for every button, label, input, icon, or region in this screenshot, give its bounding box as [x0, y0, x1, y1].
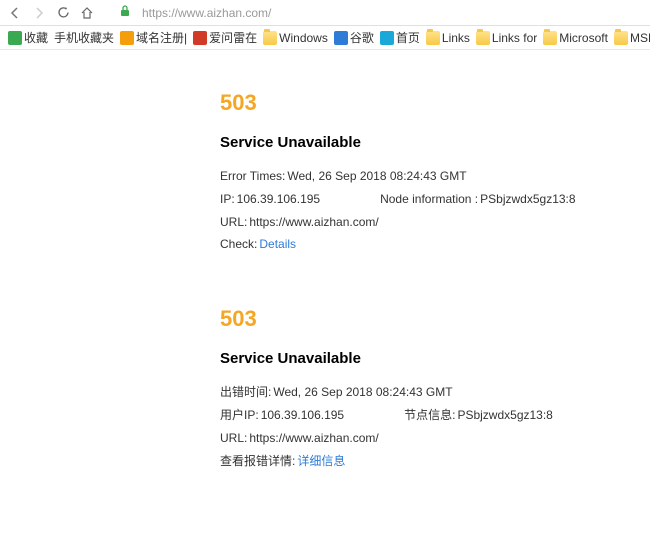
bookmark-item[interactable]: 手机收藏夹: [54, 29, 114, 46]
bookmark-icon: [380, 31, 394, 45]
bookmark-icon: [120, 31, 134, 45]
bookmark-item[interactable]: 域名注册|: [120, 29, 187, 46]
bookmark-item[interactable]: 爱问雷在: [193, 29, 257, 46]
error-code: 503: [220, 306, 620, 332]
bookmarks-bar: 收藏 手机收藏夹 域名注册| 爱问雷在 Windows 谷歌 首页 Links …: [0, 26, 650, 50]
folder-icon: [543, 31, 557, 45]
bookmark-item[interactable]: 首页: [380, 29, 420, 46]
time-value: Wed, 26 Sep 2018 08:24:43 GMT: [273, 381, 452, 404]
url-label: URL:: [220, 211, 247, 234]
bookmark-item[interactable]: 收藏: [8, 29, 48, 46]
url-value: https://www.aizhan.com/: [249, 427, 378, 450]
lock-icon: [120, 5, 130, 20]
browser-toolbar: https://www.aizhan.com/: [0, 0, 650, 26]
bookmark-item[interactable]: Windows: [263, 31, 328, 45]
url-value: https://www.aizhan.com/: [249, 211, 378, 234]
node-value: PSbjzwdx5gz13:8: [480, 188, 575, 211]
bookmark-label: 域名注册|: [136, 29, 187, 46]
bookmark-label: MSN 网: [630, 29, 650, 46]
bookmark-label: Windows: [279, 31, 328, 45]
error-title: Service Unavailable: [220, 350, 620, 367]
node-label: 节点信息:: [404, 404, 455, 427]
folder-icon: [476, 31, 490, 45]
bookmark-icon: [334, 31, 348, 45]
node-value: PSbjzwdx5gz13:8: [457, 404, 552, 427]
bookmark-label: 收藏: [24, 29, 48, 46]
error-code: 503: [220, 90, 620, 116]
back-button[interactable]: [8, 6, 22, 20]
bookmark-label: Links for: [492, 31, 537, 45]
bookmark-label: Links: [442, 31, 470, 45]
details-link[interactable]: 详细信息: [297, 450, 345, 473]
bookmark-label: 手机收藏夹: [54, 29, 114, 46]
folder-icon: [426, 31, 440, 45]
forward-button[interactable]: [32, 6, 46, 20]
time-value: Wed, 26 Sep 2018 08:24:43 GMT: [287, 165, 466, 188]
address-bar[interactable]: https://www.aizhan.com/: [142, 6, 271, 20]
time-label: 出错时间:: [220, 381, 271, 404]
home-icon: [80, 6, 94, 20]
bookmark-label: Microsoft: [559, 31, 608, 45]
bookmark-item[interactable]: MSN 网: [614, 29, 650, 46]
chevron-right-icon: [33, 7, 45, 19]
home-button[interactable]: [80, 6, 94, 20]
error-title: Service Unavailable: [220, 134, 620, 151]
ip-value: 106.39.106.195: [237, 188, 320, 211]
chevron-left-icon: [9, 7, 21, 19]
ip-label: IP:: [220, 188, 235, 211]
details-link[interactable]: Details: [259, 233, 296, 256]
bookmark-item[interactable]: Links: [426, 31, 470, 45]
ip-label: 用户IP:: [220, 404, 259, 427]
bookmark-item[interactable]: Microsoft: [543, 31, 608, 45]
folder-icon: [263, 31, 277, 45]
reload-icon: [57, 6, 70, 19]
error-block: 503 Service Unavailable Error Times: Wed…: [220, 90, 620, 256]
bookmark-item[interactable]: 谷歌: [334, 29, 374, 46]
reload-button[interactable]: [56, 6, 70, 20]
bookmark-label: 爱问雷在: [209, 29, 257, 46]
error-block: 503 Service Unavailable 出错时间: Wed, 26 Se…: [220, 306, 620, 472]
folder-icon: [614, 31, 628, 45]
node-label: Node information :: [380, 188, 478, 211]
url-label: URL:: [220, 427, 247, 450]
bookmark-label: 首页: [396, 29, 420, 46]
bookmark-icon: [193, 31, 207, 45]
check-label: 查看报错详情:: [220, 450, 295, 473]
page-content: 503 Service Unavailable Error Times: Wed…: [0, 50, 650, 472]
time-label: Error Times:: [220, 165, 285, 188]
bookmark-label: 谷歌: [350, 29, 374, 46]
bookmark-item[interactable]: Links for: [476, 31, 537, 45]
ip-value: 106.39.106.195: [261, 404, 344, 427]
check-label: Check:: [220, 233, 257, 256]
bookmark-icon: [8, 31, 22, 45]
